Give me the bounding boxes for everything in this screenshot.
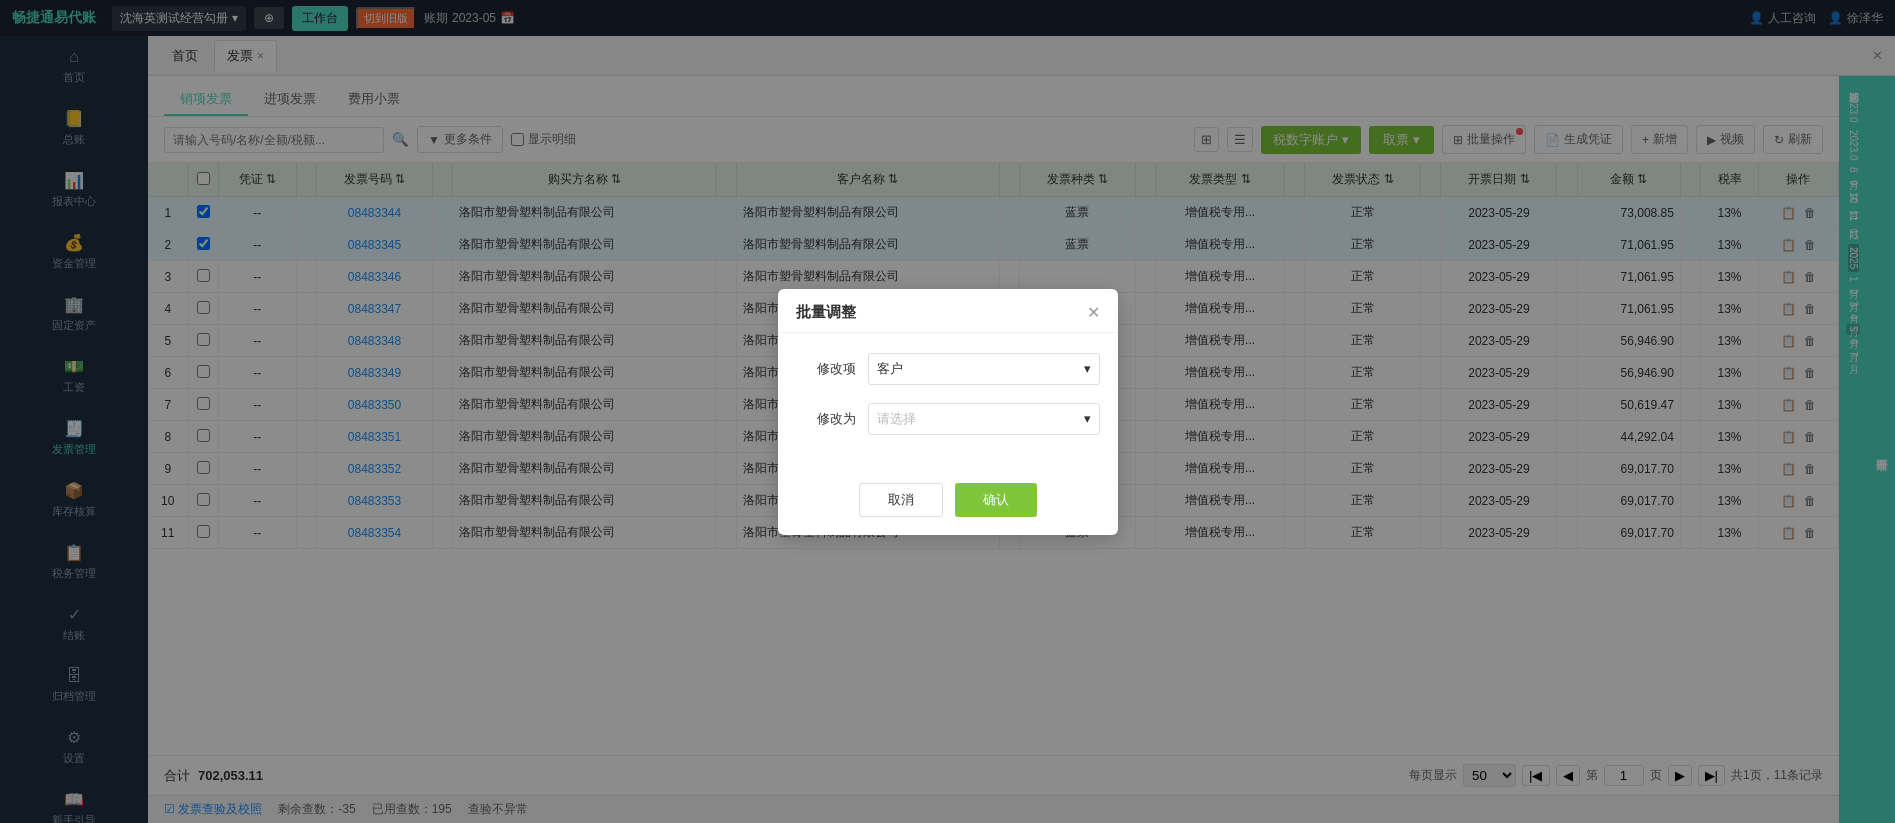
modal-overlay[interactable]: 批量调整 ✕ 修改项 客户 ▾ 修改为 请选择 ▾ 取消 确认 (0, 0, 1895, 823)
modify-field-label: 修改项 (796, 360, 856, 378)
modal-header: 批量调整 ✕ (778, 289, 1118, 333)
modify-field-value: 客户 (877, 360, 903, 378)
modal-close-btn[interactable]: ✕ (1087, 303, 1100, 322)
modify-to-label: 修改为 (796, 410, 856, 428)
modal-confirm-btn[interactable]: 确认 (955, 483, 1037, 517)
modal-title: 批量调整 (796, 303, 856, 322)
modify-to-dropdown-icon: ▾ (1084, 411, 1091, 426)
modify-field-select[interactable]: 客户 ▾ (868, 353, 1100, 385)
modify-field-dropdown-icon: ▾ (1084, 361, 1091, 376)
modify-to-row: 修改为 请选择 ▾ (796, 403, 1100, 435)
modal-cancel-btn[interactable]: 取消 (859, 483, 943, 517)
modal-body: 修改项 客户 ▾ 修改为 请选择 ▾ (778, 333, 1118, 473)
modify-field-row: 修改项 客户 ▾ (796, 353, 1100, 385)
modal-footer: 取消 确认 (778, 473, 1118, 535)
modify-to-select[interactable]: 请选择 ▾ (868, 403, 1100, 435)
modify-to-placeholder: 请选择 (877, 410, 916, 428)
batch-adjust-modal: 批量调整 ✕ 修改项 客户 ▾ 修改为 请选择 ▾ 取消 确认 (778, 289, 1118, 535)
